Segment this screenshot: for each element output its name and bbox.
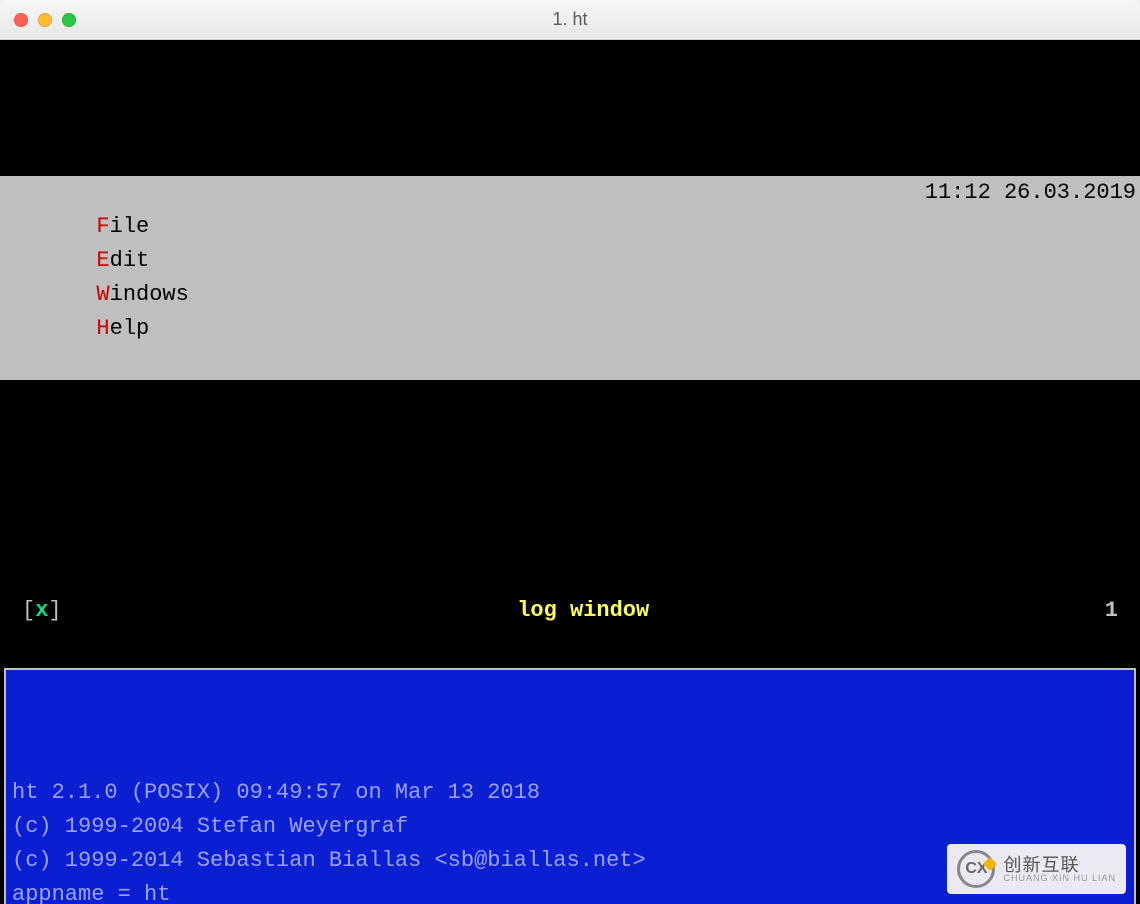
log-line-copy1: (c) 1999-2004 Stefan Weyergraf: [12, 814, 408, 839]
menu-windows-hotkey: W: [96, 282, 109, 307]
log-window-title: log window: [496, 598, 670, 623]
menu-file[interactable]: File: [83, 214, 162, 239]
menu-windows[interactable]: Windows: [83, 282, 202, 307]
minimize-window-icon[interactable]: [38, 13, 52, 27]
menu-edit[interactable]: Edit: [83, 248, 162, 273]
menubar: File Edit Windows Help 11:12 26.03.2019: [0, 176, 1140, 380]
menu-help[interactable]: Help: [83, 316, 162, 341]
terminal-viewport: File Edit Windows Help 11:12 26.03.2019 …: [0, 40, 1140, 904]
zoom-window-icon[interactable]: [62, 13, 76, 27]
close-window-icon[interactable]: [14, 13, 28, 27]
watermark-text-cn: 创新互联: [1003, 856, 1116, 874]
menu-help-hotkey: H: [96, 316, 109, 341]
close-x-icon: x: [35, 598, 48, 623]
menubar-clock: 11:12 26.03.2019: [925, 176, 1136, 380]
window-titlebar: 1. ht: [0, 0, 1140, 40]
log-window-close[interactable]: [x]: [20, 594, 64, 628]
log-line-version: ht 2.1.0 (POSIX) 09:49:57 on Mar 13 2018: [12, 780, 540, 805]
log-line-appname: appname = ht: [12, 882, 170, 904]
menu-file-hotkey: F: [96, 214, 109, 239]
traffic-lights: [14, 13, 76, 27]
log-line-copy2: (c) 1999-2014 Sebastian Biallas <sb@bial…: [12, 848, 646, 873]
log-window-number: 1: [1103, 594, 1120, 628]
watermark-circle-icon: CX: [957, 850, 995, 888]
watermark-logo: CX 创新互联 CHUANG XIN HU LIAN: [947, 844, 1126, 894]
watermark-text-en: CHUANG XIN HU LIAN: [1003, 874, 1116, 883]
menu-edit-hotkey: E: [96, 248, 109, 273]
window-title: 1. ht: [0, 9, 1140, 30]
log-window-titlebar: [x] log window 1: [6, 594, 1134, 628]
